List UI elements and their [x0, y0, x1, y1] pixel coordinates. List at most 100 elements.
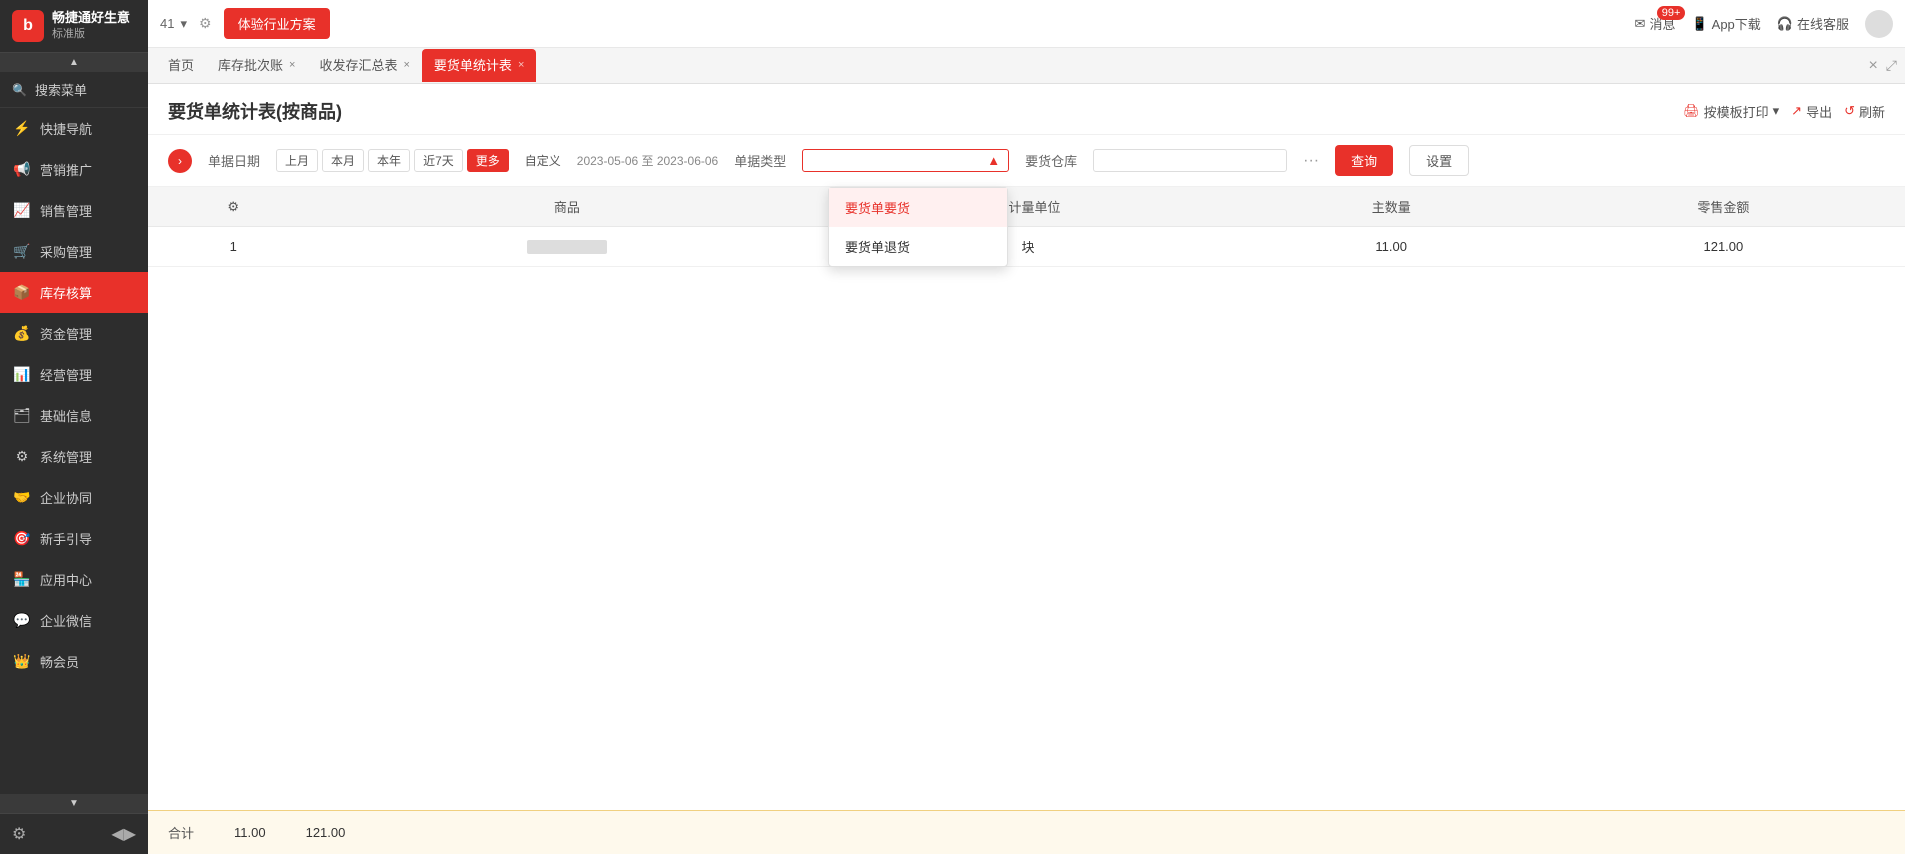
tab-order-stats[interactable]: 要货单统计表 ×: [422, 49, 536, 82]
col-settings[interactable]: ⚙: [148, 187, 318, 227]
export-icon: ↗: [1791, 103, 1802, 119]
chevron-down-icon: ▾: [1773, 103, 1780, 119]
page-actions: 🖨 按模板打印 ▾ ↗ 导出 ↺ 刷新: [1683, 102, 1885, 121]
app-download-button[interactable]: 📱 App下载: [1691, 14, 1760, 33]
system-icon: ⚙: [12, 448, 32, 465]
member-icon: 👑: [12, 653, 32, 670]
sidebar-item-system[interactable]: ⚙ 系统管理: [0, 436, 148, 477]
app-logo-icon: b: [12, 10, 44, 42]
filter-expand-button[interactable]: ›: [168, 149, 192, 173]
sidebar-footer: ⚙ ◀▶: [0, 813, 148, 854]
sidebar-item-wechat[interactable]: 💬 企业微信: [0, 600, 148, 641]
print-button[interactable]: 🖨 按模板打印 ▾: [1683, 102, 1779, 121]
last7days-button[interactable]: 近7天: [414, 149, 463, 172]
guide-icon: 🎯: [12, 530, 32, 547]
marketing-icon: 📢: [12, 161, 32, 178]
tab-close-order-stats[interactable]: ×: [518, 59, 524, 71]
tab-close-receivable[interactable]: ×: [403, 59, 409, 71]
operations-icon: 📊: [12, 366, 32, 383]
app-logo-text: 畅捷通好生意 标准版: [52, 10, 130, 41]
type-label: 单据类型: [734, 151, 786, 170]
messages-button[interactable]: ✉ 消息 99+: [1635, 14, 1676, 33]
sidebar-item-basic[interactable]: 🗂 基础信息: [0, 395, 148, 436]
basic-icon: 🗂: [12, 407, 32, 424]
tab-close-batch[interactable]: ×: [289, 59, 295, 71]
finance-icon: 💰: [12, 325, 32, 342]
sidebar-scroll-up[interactable]: ▲: [0, 53, 148, 72]
query-button[interactable]: 查询: [1335, 145, 1393, 176]
download-icon: 📱: [1691, 16, 1707, 32]
tab-receivable[interactable]: 收发存汇总表 ×: [307, 49, 421, 82]
dropdown-item-order-goods[interactable]: 要货单要货: [829, 188, 1007, 227]
topbar: 41 ▾ ⚙ 体验行业方案 ✉ 消息 99+ 📱 App下载 🎧 在线客服: [148, 0, 1905, 48]
refresh-button[interactable]: ↺ 刷新: [1844, 102, 1885, 121]
sidebar-nav: ⚡ 快捷导航 📢 营销推广 📈 销售管理 🛒 采购管理 📦 库存核算 💰 资金管…: [0, 108, 148, 794]
avatar[interactable]: [1865, 10, 1893, 38]
collapse-icon[interactable]: ◀▶: [111, 824, 136, 844]
sidebar-scroll-down[interactable]: ▼: [0, 794, 148, 813]
sidebar-item-operations[interactable]: 📊 经营管理: [0, 354, 148, 395]
sidebar-item-inventory[interactable]: 📦 库存核算: [0, 272, 148, 313]
sidebar-item-guide[interactable]: 🎯 新手引导: [0, 518, 148, 559]
type-input[interactable]: [811, 153, 987, 168]
table-area: ⚙ 商品 主计量单位 主数量 零售金额 1: [148, 187, 1905, 810]
trial-button[interactable]: 体验行业方案: [224, 8, 330, 39]
sidebar-item-shortcut[interactable]: ⚡ 快捷导航: [0, 108, 148, 149]
sidebar-item-sales[interactable]: 📈 销售管理: [0, 190, 148, 231]
main-area: 41 ▾ ⚙ 体验行业方案 ✉ 消息 99+ 📱 App下载 🎧 在线客服: [148, 0, 1905, 854]
topbar-left: 41 ▾ ⚙ 体验行业方案: [160, 8, 1635, 39]
date-buttons: 上月 本月 本年 近7天 更多: [276, 149, 509, 172]
sidebar-item-member[interactable]: 👑 畅会员: [0, 641, 148, 682]
table-settings-icon[interactable]: ⚙: [227, 199, 239, 214]
refresh-icon: ↺: [1844, 103, 1855, 119]
total-quantity: 11.00: [234, 825, 266, 840]
filter-more-icon[interactable]: ···: [1303, 152, 1319, 170]
tab-bar-actions: × ⤢: [1868, 57, 1897, 75]
sidebar-item-finance[interactable]: 💰 资金管理: [0, 313, 148, 354]
chevron-down-icon: ▾: [180, 16, 187, 32]
custom-date-button[interactable]: 自定义: [525, 152, 561, 169]
cell-product: [318, 227, 815, 267]
sidebar-item-purchase[interactable]: 🛒 采购管理: [0, 231, 148, 272]
print-icon: 🖨: [1683, 103, 1700, 119]
online-service-button[interactable]: 🎧 在线客服: [1777, 14, 1849, 33]
tab-bar: 首页 库存批次账 × 收发存汇总表 × 要货单统计表 × × ⤢: [148, 48, 1905, 84]
search-icon: 🔍: [12, 83, 27, 97]
messages-badge: 99+: [1657, 6, 1686, 20]
gear-icon[interactable]: ⚙: [199, 15, 212, 32]
version-selector[interactable]: 41 ▾: [160, 16, 187, 32]
content-area: 要货单统计表(按商品) 🖨 按模板打印 ▾ ↗ 导出 ↺ 刷新: [148, 84, 1905, 854]
warehouse-input[interactable]: [1093, 149, 1287, 172]
table-header-row: ⚙ 商品 主计量单位 主数量 零售金额: [148, 187, 1905, 227]
settings-icon[interactable]: ⚙: [12, 824, 26, 844]
type-dropdown-arrow[interactable]: ▲: [987, 153, 1000, 168]
expand-icon[interactable]: ⤢: [1886, 57, 1897, 74]
filter-bar: › 单据日期 上月 本月 本年 近7天 更多 自定义 2023-05-06 至 …: [148, 135, 1905, 187]
tab-batch[interactable]: 库存批次账 ×: [206, 49, 307, 82]
sidebar-item-marketing[interactable]: 📢 营销推广: [0, 149, 148, 190]
shortcut-icon: ⚡: [12, 120, 32, 137]
inventory-icon: 📦: [12, 284, 32, 301]
type-input-wrapper[interactable]: ▲: [802, 149, 1009, 172]
wechat-icon: 💬: [12, 612, 32, 629]
warehouse-label: 要货仓库: [1025, 151, 1077, 170]
export-button[interactable]: ↗ 导出: [1791, 102, 1832, 121]
last-month-button[interactable]: 上月: [276, 149, 318, 172]
this-year-button[interactable]: 本年: [368, 149, 410, 172]
dropdown-item-return-goods[interactable]: 要货单退货: [829, 227, 1007, 266]
page-header: 要货单统计表(按商品) 🖨 按模板打印 ▾ ↗ 导出 ↺ 刷新: [148, 84, 1905, 135]
sidebar-search[interactable]: 🔍 搜索菜单: [0, 72, 148, 108]
settings-button[interactable]: 设置: [1409, 145, 1469, 176]
appstore-icon: 🏪: [12, 571, 32, 588]
this-month-button[interactable]: 本月: [322, 149, 364, 172]
sidebar-item-enterprise[interactable]: 🤝 企业协同: [0, 477, 148, 518]
more-button[interactable]: 更多: [467, 149, 509, 172]
page-title: 要货单统计表(按商品): [168, 98, 342, 124]
topbar-right: ✉ 消息 99+ 📱 App下载 🎧 在线客服: [1635, 10, 1893, 38]
total-amount: 121.00: [306, 825, 346, 840]
date-label: 单据日期: [208, 151, 260, 170]
tab-home[interactable]: 首页: [156, 49, 206, 82]
sidebar-item-appstore[interactable]: 🏪 应用中心: [0, 559, 148, 600]
data-table: ⚙ 商品 主计量单位 主数量 零售金额 1: [148, 187, 1905, 267]
close-tab-bar-icon[interactable]: ×: [1868, 57, 1877, 75]
